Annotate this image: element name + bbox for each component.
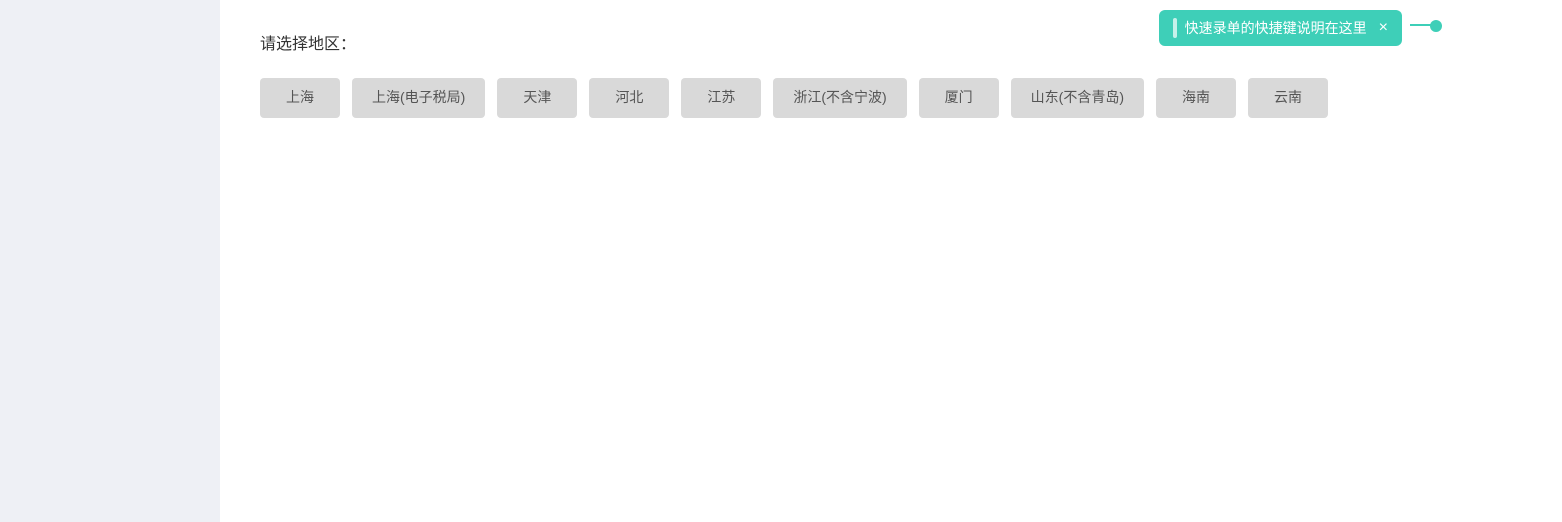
region-btn-shandong[interactable]: 山东(不含青岛) — [1011, 78, 1144, 118]
region-btn-hebei[interactable]: 河北 — [589, 78, 669, 118]
region-btn-xiamen[interactable]: 厦门 — [919, 78, 999, 118]
tooltip-popup: 快速录单的快捷键说明在这里 × — [1159, 10, 1402, 46]
tooltip-close-button[interactable]: × — [1379, 20, 1388, 36]
sidebar — [0, 0, 220, 522]
main-content: 请选择地区： 上海上海(电子税局)天津河北江苏浙江(不含宁波)厦门山东(不含青岛… — [220, 0, 1562, 522]
region-btn-shanghai-etax[interactable]: 上海(电子税局) — [352, 78, 485, 118]
tooltip-text: 快速录单的快捷键说明在这里 — [1185, 18, 1367, 38]
region-btn-yunnan[interactable]: 云南 — [1248, 78, 1328, 118]
region-buttons: 上海上海(电子税局) 天津河北江苏浙江(不含宁波) 厦门山东(不含青岛) 海南云南 — [260, 78, 1522, 118]
region-btn-zhejiang[interactable]: 浙江(不含宁波) — [773, 78, 906, 118]
tooltip-bar-icon — [1173, 18, 1177, 38]
region-btn-shanghai[interactable]: 上海 — [260, 78, 340, 118]
region-btn-hainan[interactable]: 海南 — [1156, 78, 1236, 118]
region-btn-tianjin[interactable]: 天津 — [497, 78, 577, 118]
region-btn-jiangsu[interactable]: 江苏 — [681, 78, 761, 118]
tooltip-connector-dot — [1430, 20, 1442, 32]
